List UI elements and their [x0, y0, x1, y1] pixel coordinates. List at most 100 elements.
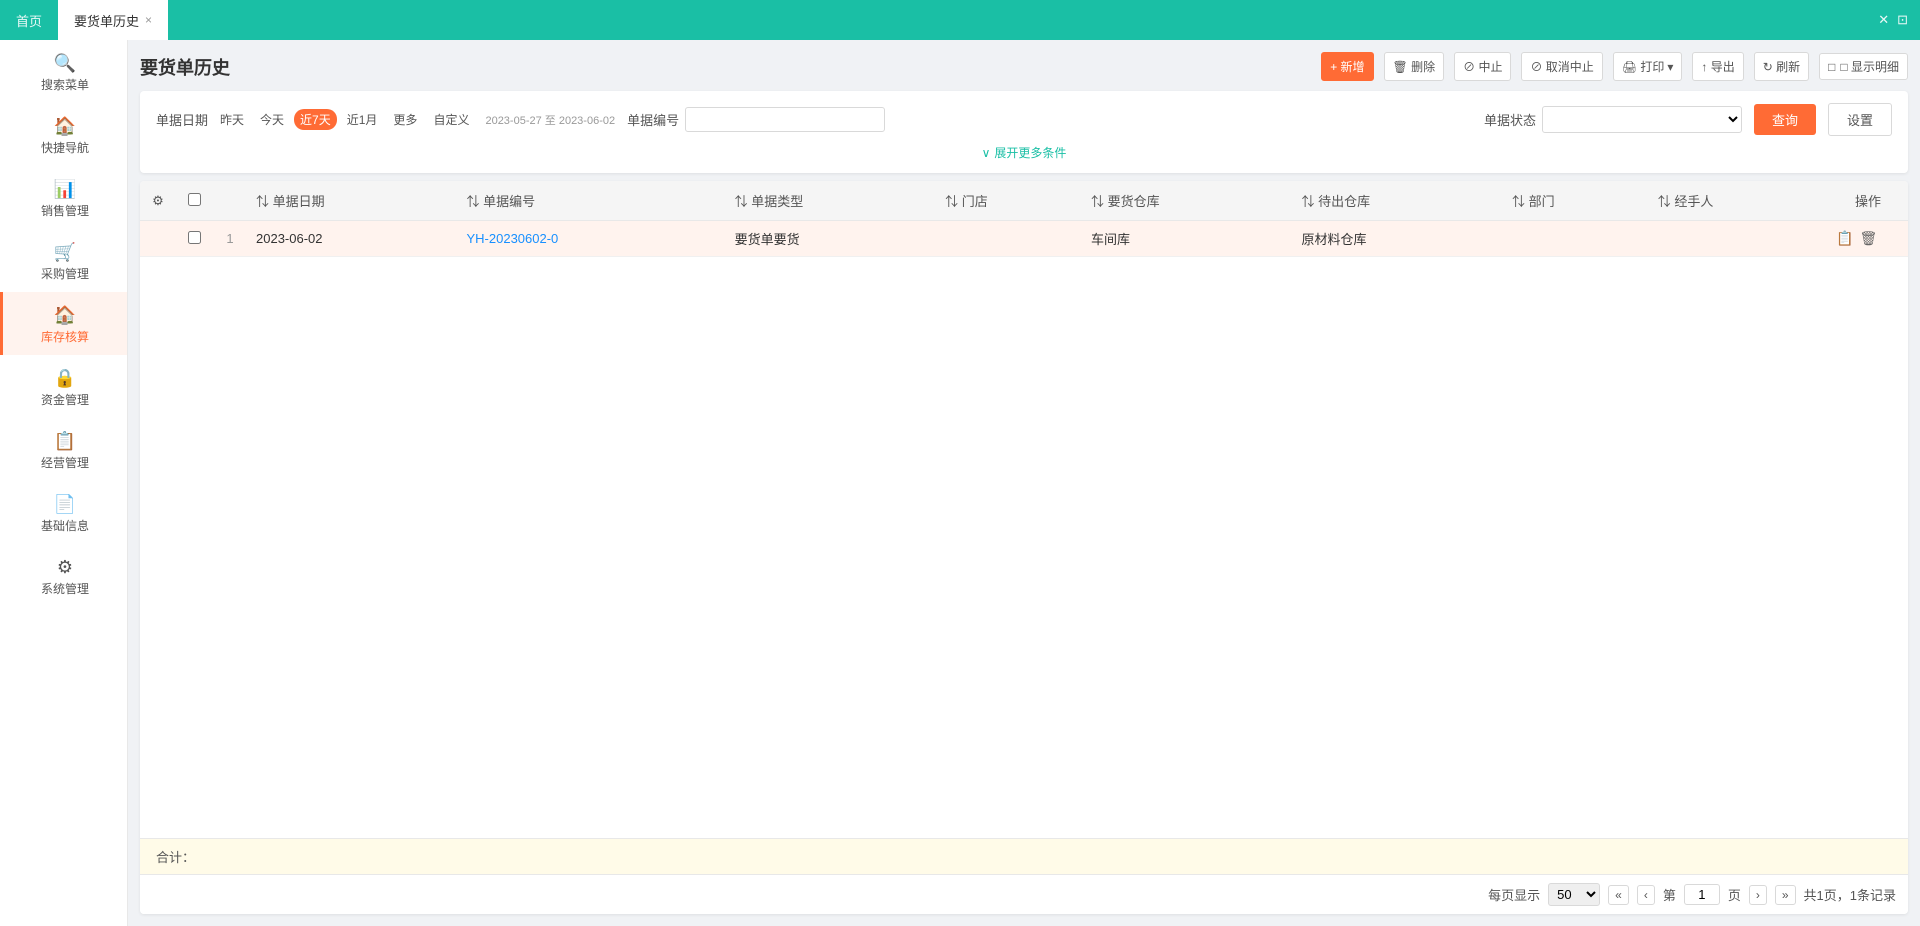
doc-no-link[interactable]: YH-20230602-0 — [467, 231, 559, 246]
col-pending-warehouse[interactable]: ⇅ 待出仓库 — [1293, 181, 1504, 221]
row-num: 1 — [212, 221, 248, 257]
row-checkbox[interactable] — [188, 231, 201, 244]
sidebar-item-inventory-calc[interactable]: 🏠 库存核算 — [0, 292, 127, 355]
row-pending-warehouse: 原材料仓库 — [1293, 221, 1504, 257]
stop-button[interactable]: ⊘ 中止 — [1454, 52, 1511, 81]
top-bar-tabs: 首页 要货单历史 × — [0, 0, 168, 40]
sales-mgmt-icon: 📊 — [54, 180, 76, 198]
sidebar-item-quick-nav-label: 快捷导航 — [41, 139, 89, 156]
sidebar-item-search-menu[interactable]: 🔍 搜索菜单 — [0, 40, 127, 103]
new-button-label: + 新增 — [1330, 58, 1364, 75]
window-maximize-btn[interactable]: ⊡ — [1897, 12, 1908, 28]
delete-button-label: 🗑 删除 — [1393, 58, 1436, 75]
page-label-suffix: 页 — [1728, 885, 1741, 904]
pagination-bar: 每页显示 10 20 50 100 « ‹ 第 页 › » 共1页，1条记录 — [140, 874, 1908, 914]
col-req-warehouse[interactable]: ⇅ 要货仓库 — [1083, 181, 1294, 221]
page-size-label: 每页显示 — [1488, 885, 1540, 904]
refresh-button-label: ↻ 刷新 — [1763, 58, 1800, 75]
refresh-button[interactable]: ↻ 刷新 — [1754, 52, 1809, 81]
sort-icon-reqwh: ⇅ — [1091, 194, 1104, 209]
shortcut-last1month[interactable]: 近1月 — [341, 109, 384, 130]
shortcut-more[interactable]: 更多 — [387, 109, 423, 130]
page-title: 要货单历史 — [140, 54, 230, 80]
next-page-btn[interactable]: › — [1749, 885, 1767, 905]
filter-card: 单据日期 昨天 今天 近7天 近1月 更多 自定义 2023-05-27 至 2… — [140, 91, 1908, 173]
ops-mgmt-icon: 📋 — [54, 432, 76, 450]
cancel-stop-button[interactable]: ⊘ 取消中止 — [1521, 52, 1602, 81]
tab-close-icon[interactable]: × — [145, 13, 152, 27]
table-card: ⚙ ⇅ 单据日期 ⇅ 单据编号 — [140, 181, 1908, 914]
window-close-btn[interactable]: ✕ — [1878, 12, 1889, 28]
sidebar-item-finance-mgmt[interactable]: 🔒 资金管理 — [0, 355, 127, 418]
sort-icon-docno: ⇅ — [467, 194, 480, 209]
select-all-checkbox[interactable] — [188, 193, 201, 206]
table-wrapper: ⚙ ⇅ 单据日期 ⇅ 单据编号 — [140, 181, 1908, 838]
delete-button[interactable]: 🗑 删除 — [1384, 52, 1445, 81]
export-button-label: ↑ 导出 — [1701, 58, 1734, 75]
shortcut-custom[interactable]: 自定义 — [427, 109, 475, 130]
page-size-select[interactable]: 10 20 50 100 — [1548, 883, 1600, 906]
sidebar-item-basic-info[interactable]: 📄 基础信息 — [0, 481, 127, 544]
last-page-btn[interactable]: » — [1775, 885, 1796, 905]
query-button[interactable]: 查询 — [1754, 104, 1816, 135]
row-doc-type: 要货单要货 — [727, 221, 938, 257]
row-doc-no: YH-20230602-0 — [459, 221, 727, 257]
main-layout: 🔍 搜索菜单 🏠 快捷导航 📊 销售管理 🛒 采购管理 🏠 库存核算 🔒 资金管… — [0, 40, 1920, 926]
print-button[interactable]: 🖨 打印 ▾ — [1613, 52, 1683, 81]
doc-status-select[interactable] — [1542, 106, 1742, 133]
sidebar-item-purchase-mgmt[interactable]: 🛒 采购管理 — [0, 229, 127, 292]
row-department — [1504, 221, 1650, 257]
sidebar-item-quick-nav[interactable]: 🏠 快捷导航 — [0, 103, 127, 166]
first-page-btn[interactable]: « — [1608, 885, 1629, 905]
sidebar-item-sales-mgmt-label: 销售管理 — [41, 202, 89, 219]
page-number-input[interactable] — [1684, 884, 1720, 905]
expand-more-label: 展开更多条件 — [994, 144, 1066, 161]
display-detail-button[interactable]: □ □ 显示明细 — [1819, 53, 1908, 80]
sidebar-item-inventory-calc-label: 库存核算 — [41, 328, 89, 345]
total-info: 共1页，1条记录 — [1804, 885, 1896, 904]
col-doc-type[interactable]: ⇅ 单据类型 — [727, 181, 938, 221]
row-handler — [1650, 221, 1828, 257]
date-shortcuts: 昨天 今天 近7天 近1月 更多 自定义 — [214, 109, 475, 130]
sidebar-item-search-menu-label: 搜索菜单 — [41, 76, 89, 93]
stop-button-label: ⊘ 中止 — [1463, 58, 1502, 75]
display-detail-label: □ 显示明细 — [1840, 58, 1899, 75]
tab-home[interactable]: 首页 — [0, 0, 58, 40]
col-doc-date[interactable]: ⇅ 单据日期 — [248, 181, 459, 221]
sidebar-item-ops-mgmt-label: 经营管理 — [41, 454, 89, 471]
shortcut-yesterday[interactable]: 昨天 — [214, 109, 250, 130]
export-button[interactable]: ↑ 导出 — [1692, 52, 1743, 81]
shortcut-today[interactable]: 今天 — [254, 109, 290, 130]
filter-row-main: 单据日期 昨天 今天 近7天 近1月 更多 自定义 2023-05-27 至 2… — [156, 103, 1892, 136]
data-table: ⚙ ⇅ 单据日期 ⇅ 单据编号 — [140, 181, 1908, 257]
col-doc-no[interactable]: ⇅ 单据编号 — [459, 181, 727, 221]
sidebar-item-sys-mgmt[interactable]: ⚙ 系统管理 — [0, 544, 127, 607]
tab-requisition-history[interactable]: 要货单历史 × — [58, 0, 168, 40]
doc-no-input[interactable] — [685, 107, 885, 132]
inventory-calc-icon: 🏠 — [54, 306, 76, 324]
col-store[interactable]: ⇅ 门店 — [937, 181, 1083, 221]
new-button[interactable]: + 新增 — [1321, 52, 1373, 81]
row-req-warehouse: 车间库 — [1083, 221, 1294, 257]
query-button-label: 查询 — [1772, 113, 1798, 128]
prev-page-btn[interactable]: ‹ — [1637, 885, 1655, 905]
col-settings[interactable]: ⚙ — [140, 181, 176, 221]
expand-more-btn[interactable]: ∨ 展开更多条件 — [156, 144, 1892, 161]
col-handler[interactable]: ⇅ 经手人 — [1650, 181, 1828, 221]
filter-group-status: 单据状态 — [1484, 106, 1742, 133]
sidebar-item-ops-mgmt[interactable]: 📋 经营管理 — [0, 418, 127, 481]
summary-label: 合计： — [156, 850, 195, 865]
col-ops: 操作 — [1828, 181, 1908, 221]
filter-group-date: 单据日期 昨天 今天 近7天 近1月 更多 自定义 2023-05-27 至 2… — [156, 109, 615, 130]
sort-icon-store: ⇅ — [945, 194, 958, 209]
finance-mgmt-icon: 🔒 — [54, 369, 76, 387]
row-delete-icon[interactable]: 🗑 — [1859, 230, 1877, 247]
row-edit-icon[interactable]: 📋 — [1836, 230, 1853, 247]
print-dropdown-icon: ▾ — [1667, 60, 1673, 74]
sidebar-item-sales-mgmt[interactable]: 📊 销售管理 — [0, 166, 127, 229]
shortcut-last7days[interactable]: 近7天 — [294, 109, 337, 130]
settings-button[interactable]: 设置 — [1828, 103, 1892, 136]
col-num — [212, 181, 248, 221]
top-bar: 首页 要货单历史 × ✕ ⊡ — [0, 0, 1920, 40]
col-department[interactable]: ⇅ 部门 — [1504, 181, 1650, 221]
